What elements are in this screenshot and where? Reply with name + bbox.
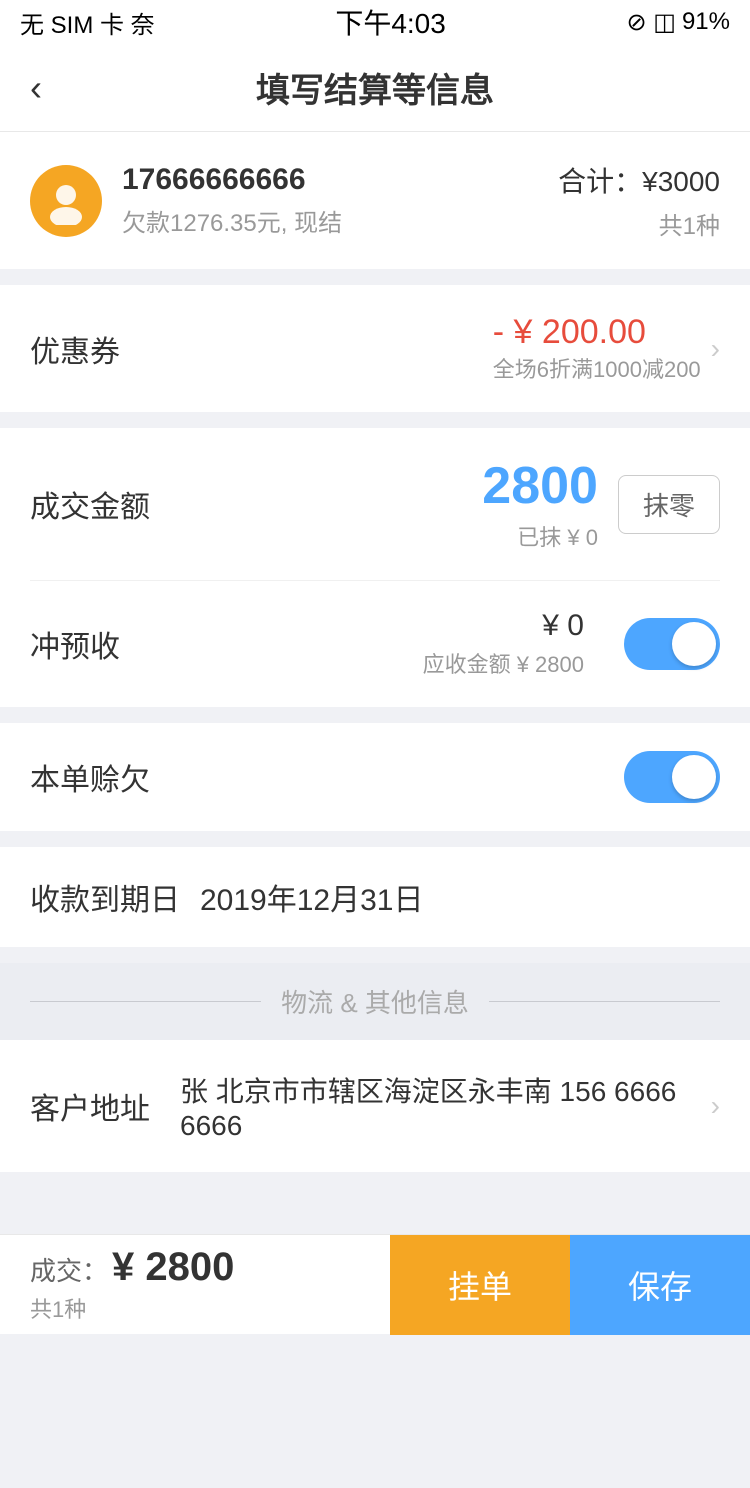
nav-bar: ‹ 填写结算等信息	[0, 44, 750, 132]
hold-button[interactable]: 挂单	[390, 1235, 570, 1335]
chevron-right-icon: ›	[711, 333, 720, 365]
customer-section: 17666666666 欠款1276.35元, 现结 合计：¥3000 共1种	[0, 132, 750, 269]
divider-line-right	[489, 1001, 720, 1002]
bottom-deal-amount: ¥ 2800	[112, 1245, 234, 1290]
battery-percent: 91%	[682, 8, 730, 36]
status-bar-right: ⊘ ◫ 91%	[626, 8, 730, 37]
deal-amount-value: 2800	[482, 456, 598, 516]
advance-row: 冲预收 ¥ 0 应收金额 ¥ 2800	[30, 581, 720, 707]
address-section: 客户地址 张 北京市市辖区海淀区永丰南 156 6666 6666 ›	[0, 1040, 750, 1172]
address-label: 客户地址	[30, 1084, 150, 1128]
address-row[interactable]: 客户地址 张 北京市市辖区海淀区永丰南 156 6666 6666 ›	[30, 1040, 720, 1172]
status-bar: 无 SIM 卡 奈 下午4:03 ⊘ ◫ 91%	[0, 0, 750, 44]
status-bar-time: 下午4:03	[335, 2, 446, 42]
coupon-sub-text: 全场6折满1000减200	[493, 352, 701, 384]
deal-amount-section: 成交金额 2800 已抹 ¥ 0 抹零 冲预收 ¥ 0 应收金额 ¥ 2800	[0, 428, 750, 707]
deal-amount-label: 成交金额	[30, 482, 150, 526]
coupon-section: 优惠券 - ¥ 200.00 全场6折满1000减200 ›	[0, 285, 750, 412]
page-title: 填写结算等信息	[90, 63, 660, 112]
advance-sub: 应收金额 ¥ 2800	[423, 647, 584, 679]
status-bar-left: 无 SIM 卡 奈	[20, 5, 155, 40]
customer-phone: 17666666666	[122, 163, 342, 197]
divider-text: 物流 & 其他信息	[281, 983, 469, 1020]
debt-section: 本单赊欠	[0, 723, 750, 831]
coupon-row[interactable]: 优惠券 - ¥ 200.00 全场6折满1000减200 ›	[30, 285, 720, 412]
debt-toggle[interactable]	[624, 751, 720, 803]
coupon-discount: - ¥ 200.00	[493, 313, 701, 352]
duedate-section: 收款到期日 2019年12月31日	[0, 847, 750, 947]
advance-toggle[interactable]	[624, 618, 720, 670]
address-chevron-icon: ›	[711, 1090, 720, 1122]
section-divider: 物流 & 其他信息	[0, 963, 750, 1040]
duedate-value: 2019年12月31日	[200, 875, 423, 919]
bottom-count: 共1种	[30, 1292, 360, 1324]
avatar	[30, 165, 102, 237]
round-button[interactable]: 抹零	[618, 475, 720, 534]
save-button[interactable]: 保存	[570, 1235, 750, 1335]
debt-label: 本单赊欠	[30, 755, 150, 799]
debt-row: 本单赊欠	[30, 723, 720, 831]
bottom-bar: 成交： ¥ 2800 共1种 挂单 保存	[0, 1234, 750, 1334]
bottom-deal-label: 成交：	[30, 1251, 108, 1288]
deal-amount-row: 成交金额 2800 已抹 ¥ 0 抹零	[30, 428, 720, 581]
bottom-deal-info: 成交： ¥ 2800 共1种	[0, 1245, 390, 1324]
divider-line-left	[30, 1001, 261, 1002]
back-button[interactable]: ‹	[30, 67, 90, 109]
advance-amount: ¥ 0	[423, 609, 584, 643]
deal-amount-sub: 已抹 ¥ 0	[482, 520, 598, 552]
battery-icon: ⊘ ◫	[626, 8, 675, 37]
address-value: 张 北京市市辖区海淀区永丰南 156 6666 6666	[180, 1070, 701, 1142]
duedate-label: 收款到期日	[30, 875, 180, 919]
advance-label: 冲预收	[30, 622, 120, 666]
customer-total: 合计：¥3000	[558, 160, 720, 200]
customer-count: 共1种	[558, 206, 720, 241]
coupon-label: 优惠券	[30, 327, 120, 371]
customer-sub-text: 欠款1276.35元, 现结	[122, 203, 342, 238]
sim-status: 无 SIM 卡 奈	[20, 5, 155, 40]
